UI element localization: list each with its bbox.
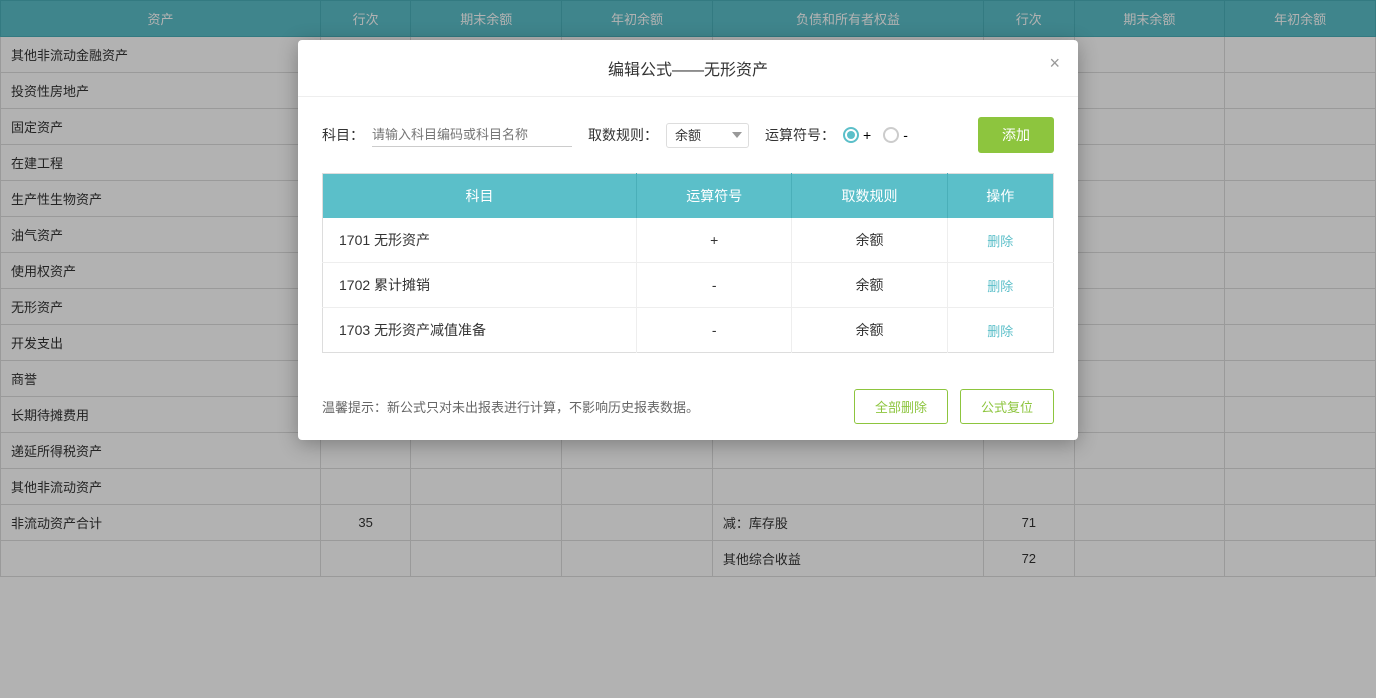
delete-row-1-button[interactable]: 删除 bbox=[987, 276, 1013, 295]
formula-rule-0: 余额 bbox=[792, 218, 947, 263]
footer-buttons: 全部删除 公式复位 bbox=[854, 389, 1054, 424]
table-col-operator: 运算符号 bbox=[637, 174, 792, 219]
operator-radio-group: + - bbox=[843, 127, 908, 143]
table-col-rule: 取数规则 bbox=[792, 174, 947, 219]
rule-select[interactable]: 余额 借方 贷方 借方累计 贷方累计 bbox=[666, 123, 749, 148]
formula-action-0: 删除 bbox=[947, 218, 1053, 263]
formula-table: 科目 运算符号 取数规则 操作 1701 无形资产+余额删除1702 累计摊销-… bbox=[322, 173, 1054, 353]
formula-row: 1702 累计摊销-余额 删除 bbox=[323, 263, 1054, 308]
modal-overlay: 编辑公式——无形资产 × 科目： 取数规则： 余额 借方 贷方 bbox=[0, 0, 1376, 698]
rule-label: 取数规则： bbox=[588, 125, 658, 145]
rule-group: 取数规则： 余额 借方 贷方 借方累计 贷方累计 bbox=[588, 123, 749, 148]
formula-action-2: 删除 bbox=[947, 308, 1053, 353]
formula-row: 1701 无形资产+余额 删除 bbox=[323, 218, 1054, 263]
formula-action-1: 删除 bbox=[947, 263, 1053, 308]
formula-form-row: 科目： 取数规则： 余额 借方 贷方 借方累计 贷方累计 bbox=[322, 117, 1054, 153]
operator-minus-radio[interactable]: - bbox=[883, 127, 908, 143]
formula-row: 1703 无形资产减值准备-余额 删除 bbox=[323, 308, 1054, 353]
formula-operator-1: - bbox=[637, 263, 792, 308]
table-col-subject: 科目 bbox=[323, 174, 637, 219]
modal-title: 编辑公式——无形资产 bbox=[608, 62, 768, 79]
formula-operator-0: + bbox=[637, 218, 792, 263]
formula-rule-1: 余额 bbox=[792, 263, 947, 308]
formula-operator-2: - bbox=[637, 308, 792, 353]
subject-input[interactable] bbox=[372, 123, 572, 147]
delete-row-2-button[interactable]: 删除 bbox=[987, 321, 1013, 340]
radio-circle-minus bbox=[883, 127, 899, 143]
formula-subject-1: 1702 累计摊销 bbox=[323, 263, 637, 308]
rule-select-wrapper: 余额 借方 贷方 借方累计 贷方累计 bbox=[666, 123, 749, 148]
radio-circle-plus bbox=[843, 127, 859, 143]
footer-tip: 温馨提示：新公式只对未出报表进行计算，不影响历史报表数据。 bbox=[322, 397, 699, 416]
add-button[interactable]: 添加 bbox=[978, 117, 1054, 153]
modal-footer: 温馨提示：新公式只对未出报表进行计算，不影响历史报表数据。 全部删除 公式复位 bbox=[298, 373, 1078, 440]
formula-subject-0: 1701 无形资产 bbox=[323, 218, 637, 263]
modal-body: 科目： 取数规则： 余额 借方 贷方 借方累计 贷方累计 bbox=[298, 97, 1078, 373]
subject-group: 科目： bbox=[322, 123, 572, 147]
modal-header: 编辑公式——无形资产 × bbox=[298, 40, 1078, 97]
reset-formula-button[interactable]: 公式复位 bbox=[960, 389, 1054, 424]
delete-row-0-button[interactable]: 删除 bbox=[987, 231, 1013, 250]
table-col-action: 操作 bbox=[947, 174, 1053, 219]
operator-label: 运算符号： bbox=[765, 125, 835, 145]
delete-all-button[interactable]: 全部删除 bbox=[854, 389, 948, 424]
operator-plus-label: + bbox=[863, 127, 871, 143]
modal-dialog: 编辑公式——无形资产 × 科目： 取数规则： 余额 借方 贷方 bbox=[298, 40, 1078, 440]
operator-plus-radio[interactable]: + bbox=[843, 127, 871, 143]
formula-rule-2: 余额 bbox=[792, 308, 947, 353]
modal-close-button[interactable]: × bbox=[1049, 54, 1060, 72]
operator-group: 运算符号： + - bbox=[765, 125, 908, 145]
operator-minus-label: - bbox=[903, 127, 908, 143]
formula-subject-2: 1703 无形资产减值准备 bbox=[323, 308, 637, 353]
subject-label: 科目： bbox=[322, 125, 364, 145]
